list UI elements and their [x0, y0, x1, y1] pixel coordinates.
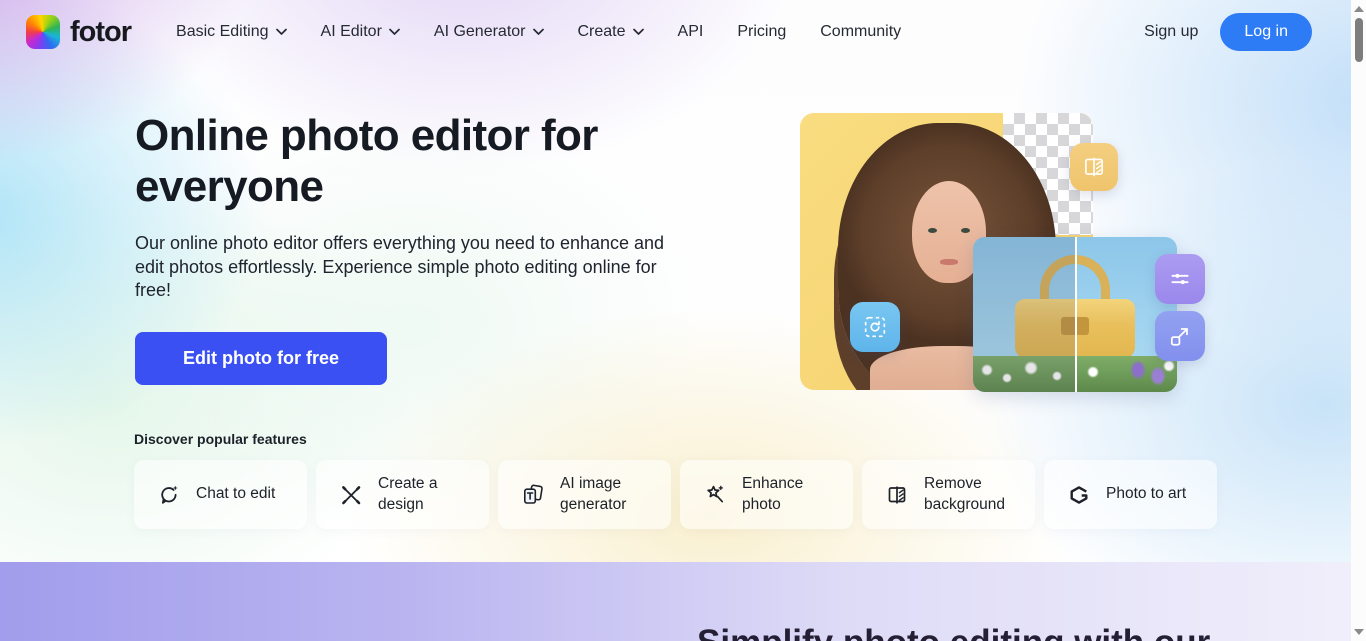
scrollbar-thumb[interactable]: [1354, 18, 1363, 62]
page-title: Online photo editor for everyone: [135, 111, 598, 212]
before-after-divider[interactable]: [1075, 237, 1077, 392]
remove-background-icon: [1085, 157, 1103, 177]
feature-card-photo-to-art[interactable]: Photo to art: [1044, 460, 1217, 529]
resize-expand-icon: [1170, 328, 1188, 346]
page: fotor Basic Editing AI Editor AI Generat…: [0, 0, 1366, 641]
adjust-sliders-icon: [1171, 273, 1189, 285]
hero-collage: [795, 110, 1210, 400]
nav-item-ai-editor[interactable]: AI Editor: [321, 23, 400, 41]
nav-item-label: API: [677, 23, 704, 40]
edit-photo-cta-button[interactable]: Edit photo for free: [135, 331, 387, 385]
feature-card-label: AI image generator: [560, 474, 627, 513]
nav-item-api[interactable]: API: [678, 23, 704, 41]
feature-card-label: Chat to edit: [196, 485, 276, 503]
nav-item-create[interactable]: Create: [578, 23, 644, 41]
log-in-button[interactable]: Log in: [1220, 13, 1312, 51]
adjust-sliders-tile[interactable]: [1155, 254, 1205, 304]
sign-up-link[interactable]: Sign up: [1144, 23, 1198, 41]
nav-item-label: Pricing: [737, 23, 787, 40]
feature-card-remove-background[interactable]: Remove background: [862, 460, 1035, 529]
replace-rotate-tile[interactable]: [850, 302, 900, 352]
chevron-down-icon: [532, 28, 544, 35]
feature-card-label: Remove background: [924, 474, 1006, 513]
chevron-down-icon: [275, 28, 287, 35]
fotor-wordmark: fotor: [70, 15, 132, 48]
remove-background-tile[interactable]: [1070, 143, 1118, 191]
feature-card-enhance-photo[interactable]: Enhance photo: [680, 460, 853, 529]
scroll-up-arrow-icon[interactable]: [1353, 6, 1364, 12]
nav-item-label: Create: [577, 23, 626, 40]
chevron-down-icon: [389, 28, 400, 35]
nav-item-label: AI Generator: [433, 23, 526, 40]
replace-rotate-icon: [864, 316, 886, 338]
nav-item-basic-editing[interactable]: Basic Editing: [176, 23, 287, 41]
nav-item-community[interactable]: Community: [820, 23, 901, 41]
feature-card-label: Photo to art: [1106, 485, 1187, 503]
nav-item-ai-generator[interactable]: AI Generator: [434, 23, 544, 41]
nav-item-label: AI Editor: [320, 23, 382, 40]
design-pens-icon: [342, 485, 361, 504]
fotor-hexagon-icon: [1070, 485, 1088, 504]
feature-card-create-a-design[interactable]: Create a design: [316, 460, 489, 529]
header-actions: Sign up Log in: [1144, 13, 1312, 51]
top-navigation: fotor Basic Editing AI Editor AI Generat…: [0, 0, 1351, 64]
feature-cards-row: Chat to edit Create a design AI image ge…: [134, 460, 1217, 529]
chevron-down-icon: [632, 28, 644, 35]
fotor-logo-icon: [26, 15, 60, 49]
remove-background-icon: [888, 486, 906, 503]
hero-copy: Online photo editor for everyone Our onl…: [135, 110, 735, 385]
next-section: Simplify photo editing with our: [0, 562, 1366, 641]
before-after-photo: [973, 237, 1177, 392]
scroll-down-arrow-icon[interactable]: [1353, 629, 1364, 635]
nav-item-label: Community: [820, 23, 902, 40]
feature-card-ai-image-generator[interactable]: AI image generator: [498, 460, 671, 529]
fotor-logo[interactable]: fotor: [26, 15, 132, 49]
magic-star-icon: [707, 485, 724, 502]
features-label: Discover popular features: [134, 431, 307, 447]
feature-card-label: Create a design: [378, 474, 438, 513]
text-image-cards-icon: [523, 484, 543, 504]
next-section-heading: Simplify photo editing with our: [697, 623, 1210, 641]
feature-card-label: Enhance photo: [742, 474, 804, 513]
nav-menu: Basic Editing AI Editor AI Generator Cre…: [176, 23, 901, 41]
chat-refresh-icon: [161, 485, 178, 504]
hero-description: Our online photo editor offers everythin…: [135, 232, 665, 301]
feature-card-chat-to-edit[interactable]: Chat to edit: [134, 460, 307, 529]
scrollbar[interactable]: [1351, 0, 1366, 641]
before-half-overlay: [973, 237, 1075, 392]
nav-item-label: Basic Editing: [176, 23, 269, 40]
popular-features: Discover popular features Chat to edit C…: [134, 431, 1217, 529]
resize-expand-tile[interactable]: [1155, 311, 1205, 361]
nav-item-pricing[interactable]: Pricing: [737, 23, 786, 41]
